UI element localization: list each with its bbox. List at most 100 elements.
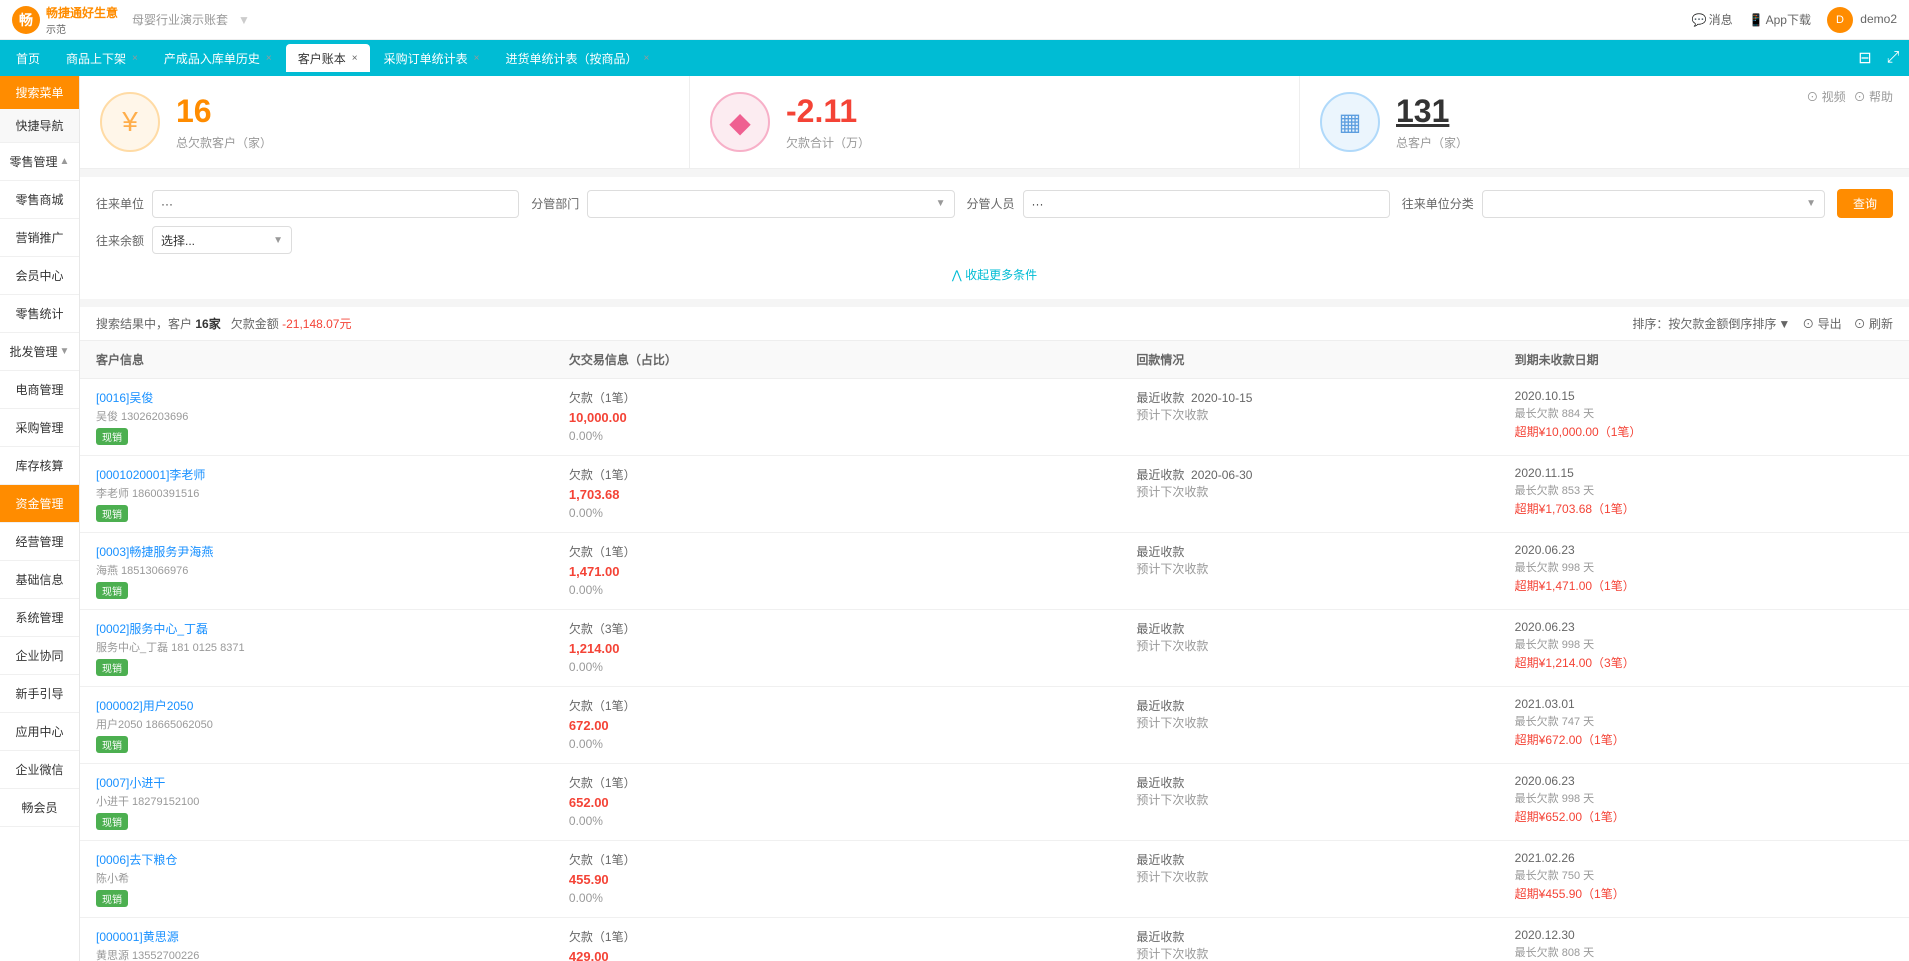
refresh-btn[interactable]: ⊙ 刷新 (1854, 315, 1893, 332)
repayment-cell: 最近收款 预计下次收款 (1136, 851, 1514, 885)
due-date-cell: 2020.06.23 最长欠款 998 天 超期¥1,214.00（3笔） (1515, 620, 1893, 671)
sidebar-search[interactable]: 搜索菜单 (0, 76, 79, 109)
filter-label-unit: 往来单位 (96, 195, 144, 212)
overdue-link[interactable]: 超期¥10,000.00（1笔） (1515, 423, 1893, 440)
sidebar-item-wecom[interactable]: 企业微信 (0, 751, 79, 789)
overdue-link[interactable]: 超期¥455.90（1笔） (1515, 885, 1893, 902)
customer-name-link[interactable]: [0007]小进干 (96, 774, 569, 791)
filter-input-unit[interactable]: ··· (152, 190, 519, 218)
customer-name-link[interactable]: [0001020001]李老师 (96, 466, 569, 483)
help-btn[interactable]: ⊙ 帮助 (1854, 88, 1893, 105)
customer-name-link[interactable]: [0003]畅捷服务尹海燕 (96, 543, 569, 560)
sidebar-nav[interactable]: 快捷导航 (0, 109, 79, 143)
last-payment: 最近收款 (1136, 620, 1514, 637)
sidebar-item-marketing[interactable]: 营销推广 (0, 219, 79, 257)
filter-select-balance[interactable]: 选择... ▼ (152, 226, 292, 254)
close-icon[interactable]: × (132, 53, 138, 64)
tab-bar-controls: ⊟ ⤢ (1853, 46, 1905, 70)
debt-info-cell: 欠款（1笔） 672.00 0.00% (569, 697, 1136, 751)
company-name: 母婴行业演示账套 (132, 11, 228, 28)
close-icon[interactable]: × (266, 53, 272, 64)
next-payment: 预计下次收款 (1136, 406, 1514, 423)
tab-customer-account[interactable]: 客户账本 × (286, 44, 370, 72)
filter-person-dots: ··· (1032, 197, 1044, 211)
search-button[interactable]: 查询 (1837, 189, 1893, 218)
tab-purchase-stats[interactable]: 采购订单统计表 × (372, 44, 492, 72)
card-top-actions: ⊙ 视频 ⊙ 帮助 (1806, 88, 1893, 105)
debt-amount: 652.00 (569, 795, 1136, 810)
sidebar-item-ecommerce[interactable]: 电商管理 (0, 371, 79, 409)
overdue-link[interactable]: 超期¥1,214.00（3笔） (1515, 654, 1893, 671)
sidebar-item-retail-mgmt[interactable]: 零售管理 ▲ (0, 143, 79, 181)
tab-list-btn[interactable]: ⊟ (1853, 46, 1877, 70)
customer-name-link[interactable]: [0016]吴俊 (96, 389, 569, 406)
due-date: 2021.02.26 (1515, 851, 1893, 865)
sidebar-item-wholesale-mgmt[interactable]: 批发管理 ▼ (0, 333, 79, 371)
sidebar-item-purchase[interactable]: 采购管理 (0, 409, 79, 447)
filter-select-dept[interactable]: ▼ (587, 190, 954, 218)
customer-name-link[interactable]: [0002]服务中心_丁磊 (96, 620, 569, 637)
filter-select-category[interactable]: ▼ (1482, 190, 1825, 218)
message-btn[interactable]: 💬消息 (1692, 11, 1733, 28)
sidebar-item-basic-info[interactable]: 基础信息 (0, 561, 79, 599)
debt-ratio: 0.00% (569, 429, 1136, 443)
due-date: 2020.10.15 (1515, 389, 1893, 403)
debt-amount: 1,471.00 (569, 564, 1136, 579)
due-date: 2020.06.23 (1515, 543, 1893, 557)
sidebar-item-enterprise[interactable]: 企业协同 (0, 637, 79, 675)
debt-amount: 429.00 (569, 949, 1136, 961)
filter-input-person[interactable]: ··· (1023, 190, 1390, 218)
collapse-btn[interactable]: ⋀ 收起更多条件 (96, 262, 1893, 287)
filter-unit-dots: ··· (161, 197, 173, 211)
due-date: 2020.11.15 (1515, 466, 1893, 480)
top-header: 畅 畅捷通好生意 示范 母婴行业演示账套 ▼ 💬消息 📱App下载 D demo… (0, 0, 1909, 40)
export-btn[interactable]: ⊙ 导出 (1802, 315, 1841, 332)
header-due: 到期未收款日期 (1515, 351, 1893, 368)
sidebar-item-finance[interactable]: 资金管理 (0, 485, 79, 523)
tab-incoming-stats[interactable]: 进货单统计表（按商品） × (493, 44, 661, 72)
tab-goods[interactable]: 商品上下架 × (54, 44, 150, 72)
customer-name-link[interactable]: [000001]黄思源 (96, 928, 569, 945)
overdue-link[interactable]: 超期¥672.00（1笔） (1515, 731, 1893, 748)
tab-production[interactable]: 产成品入库单历史 × (152, 44, 284, 72)
sidebar-item-operations[interactable]: 经营管理 (0, 523, 79, 561)
customer-info-cell: [000002]用户2050 用户2050 18665062050 现销 (96, 697, 569, 753)
sidebar-item-guide[interactable]: 新手引导 (0, 675, 79, 713)
sidebar-item-apps[interactable]: 应用中心 (0, 713, 79, 751)
overdue-link[interactable]: 超期¥652.00（1笔） (1515, 808, 1893, 825)
last-payment: 最近收款 (1136, 851, 1514, 868)
repayment-cell: 最近收款 预计下次收款 (1136, 543, 1514, 577)
debt-ratio: 0.00% (569, 506, 1136, 520)
last-payment: 最近收款 (1136, 774, 1514, 791)
overdue-link[interactable]: 超期¥1,703.68（1笔） (1515, 500, 1893, 517)
customer-name-link[interactable]: [0006]去下粮仓 (96, 851, 569, 868)
sidebar-item-member[interactable]: 会员中心 (0, 257, 79, 295)
overdue-link[interactable]: 超期¥1,471.00（1笔） (1515, 577, 1893, 594)
tab-home[interactable]: 首页 (4, 44, 52, 72)
debt-count: 欠款（1笔） (569, 851, 1136, 868)
user-avatar[interactable]: D demo2 (1827, 7, 1897, 33)
close-icon[interactable]: × (474, 53, 480, 64)
debt-info-cell: 欠款（1笔） 455.90 0.00% (569, 851, 1136, 905)
close-icon[interactable]: × (643, 53, 649, 64)
debt-customers-value: 16 (176, 93, 272, 130)
close-icon[interactable]: × (352, 53, 358, 64)
tab-fullscreen-btn[interactable]: ⤢ (1881, 46, 1905, 70)
stat-card-debt-customers: ¥ 16 总欠款客户（家） (80, 76, 690, 168)
video-btn[interactable]: ⊙ 视频 (1806, 88, 1845, 105)
customer-phone: 黄思源 13552700226 (96, 947, 569, 961)
sort-button[interactable]: 排序：按欠款金额倒序排序 ▼ (1632, 315, 1790, 332)
customer-name-link[interactable]: [000002]用户2050 (96, 697, 569, 714)
sidebar-item-system[interactable]: 系统管理 (0, 599, 79, 637)
app-download-btn[interactable]: 📱App下载 (1749, 11, 1811, 28)
balance-placeholder: 选择... (161, 232, 195, 249)
debt-amount: 10,000.00 (569, 410, 1136, 425)
sidebar-item-retail-stats[interactable]: 零售统计 (0, 295, 79, 333)
max-overdue: 最长欠款 853 天 (1515, 482, 1893, 498)
next-payment: 预计下次收款 (1136, 868, 1514, 885)
sidebar-item-retail-mall[interactable]: 零售商城 (0, 181, 79, 219)
sidebar-item-member-app[interactable]: 畅会员 (0, 789, 79, 827)
customer-tag: 现销 (96, 659, 128, 676)
company-selector[interactable]: ▼ (238, 13, 250, 27)
sidebar-item-inventory[interactable]: 库存核算 (0, 447, 79, 485)
